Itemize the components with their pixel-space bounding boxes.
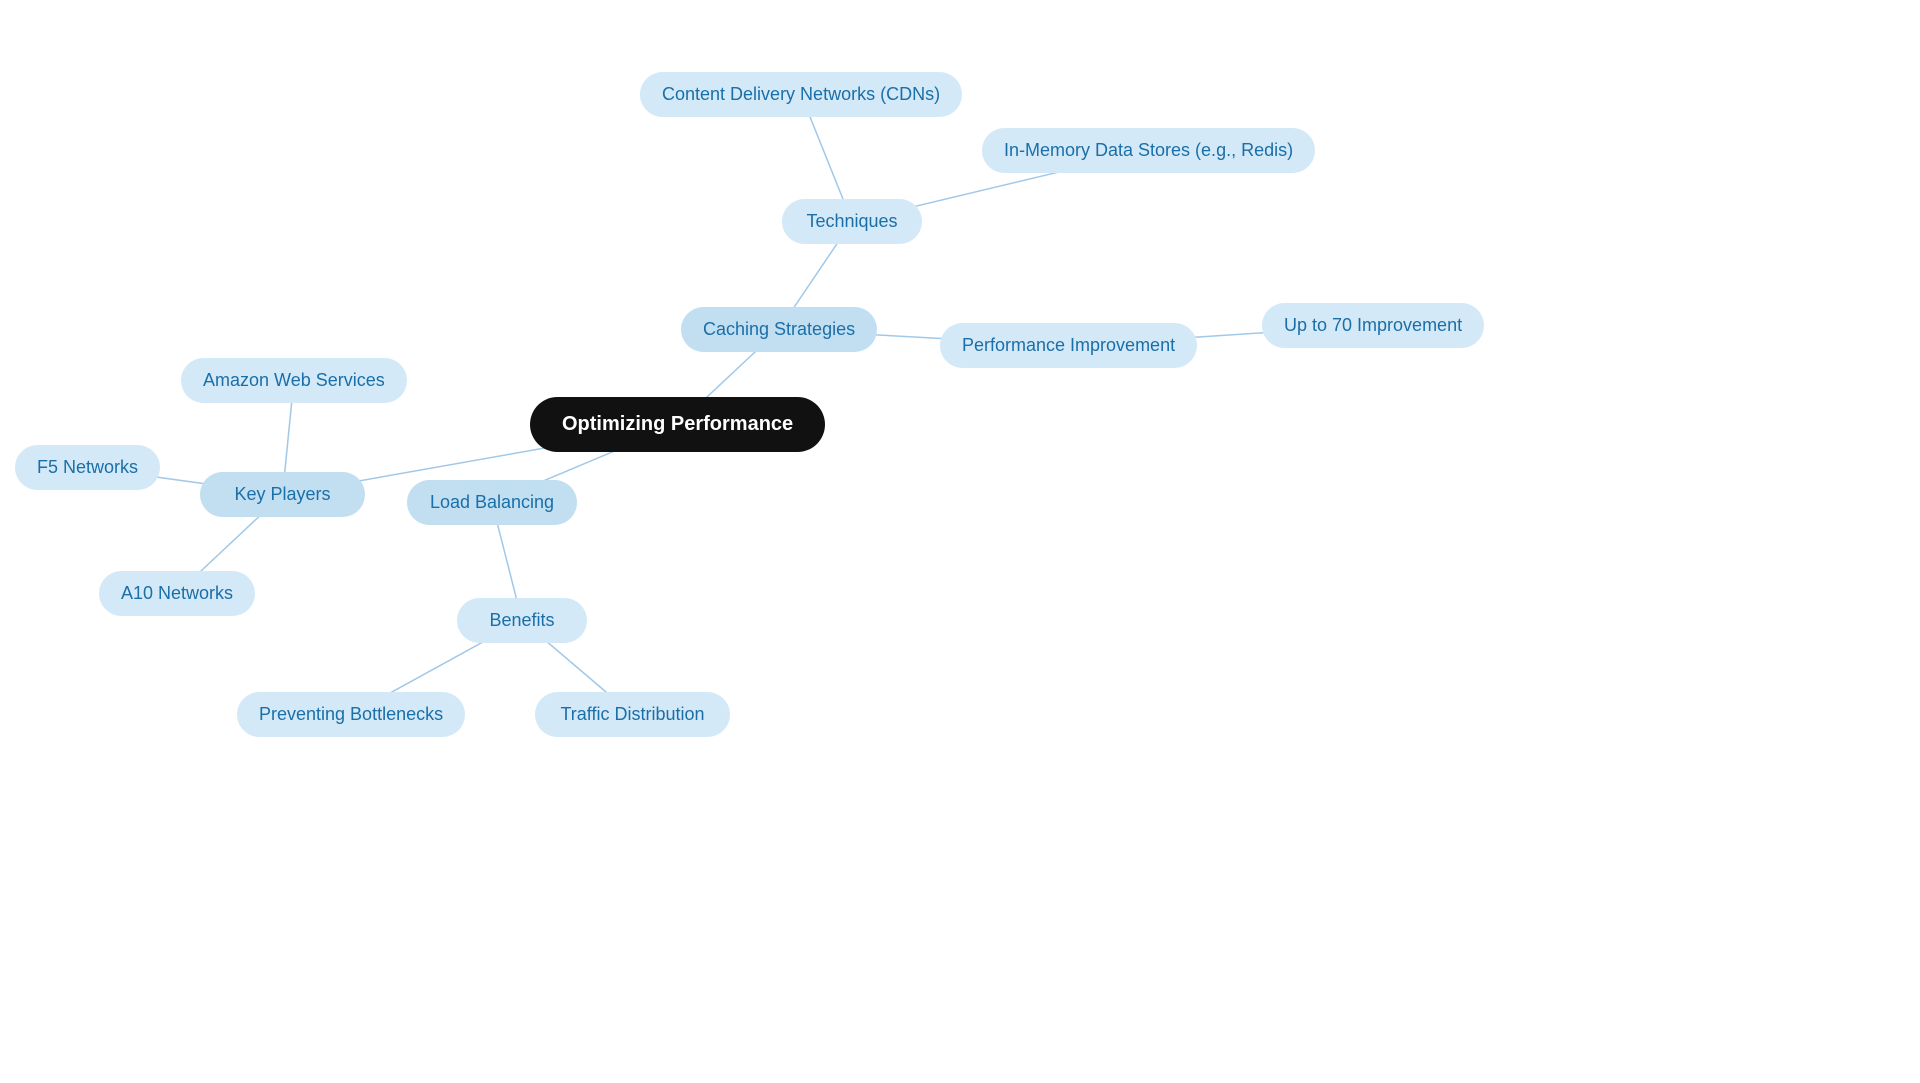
caching-strategies-node[interactable]: Caching Strategies — [681, 307, 877, 352]
benefits-label: Benefits — [489, 610, 554, 631]
load-label: Load Balancing — [430, 492, 554, 513]
cdn-node[interactable]: Content Delivery Networks (CDNs) — [640, 72, 962, 117]
amazon-label: Amazon Web Services — [203, 370, 385, 391]
preventing-label: Preventing Bottlenecks — [259, 704, 443, 725]
amazon-node[interactable]: Amazon Web Services — [181, 358, 407, 403]
a10-node[interactable]: A10 Networks — [99, 571, 255, 616]
techniques-label: Techniques — [806, 211, 897, 232]
f5-node[interactable]: F5 Networks — [15, 445, 160, 490]
caching-label: Caching Strategies — [703, 319, 855, 340]
key-players-label: Key Players — [234, 484, 330, 505]
load-balancing-node[interactable]: Load Balancing — [407, 480, 577, 525]
in-memory-node[interactable]: In-Memory Data Stores (e.g., Redis) — [982, 128, 1315, 173]
key-players-node[interactable]: Key Players — [200, 472, 365, 517]
perf-label: Performance Improvement — [962, 335, 1175, 356]
in-memory-label: In-Memory Data Stores (e.g., Redis) — [1004, 140, 1293, 161]
performance-improvement-node[interactable]: Performance Improvement — [940, 323, 1197, 368]
cdn-label: Content Delivery Networks (CDNs) — [662, 84, 940, 105]
benefits-node[interactable]: Benefits — [457, 598, 587, 643]
a10-label: A10 Networks — [121, 583, 233, 604]
up-to-70-node[interactable]: Up to 70 Improvement — [1262, 303, 1484, 348]
center-label: Optimizing Performance — [562, 413, 793, 436]
f5-label: F5 Networks — [37, 457, 138, 478]
traffic-label: Traffic Distribution — [560, 704, 704, 725]
center-node[interactable]: Optimizing Performance — [530, 397, 825, 452]
traffic-node[interactable]: Traffic Distribution — [535, 692, 730, 737]
up70-label: Up to 70 Improvement — [1284, 315, 1462, 336]
preventing-node[interactable]: Preventing Bottlenecks — [237, 692, 465, 737]
techniques-node[interactable]: Techniques — [782, 199, 922, 244]
